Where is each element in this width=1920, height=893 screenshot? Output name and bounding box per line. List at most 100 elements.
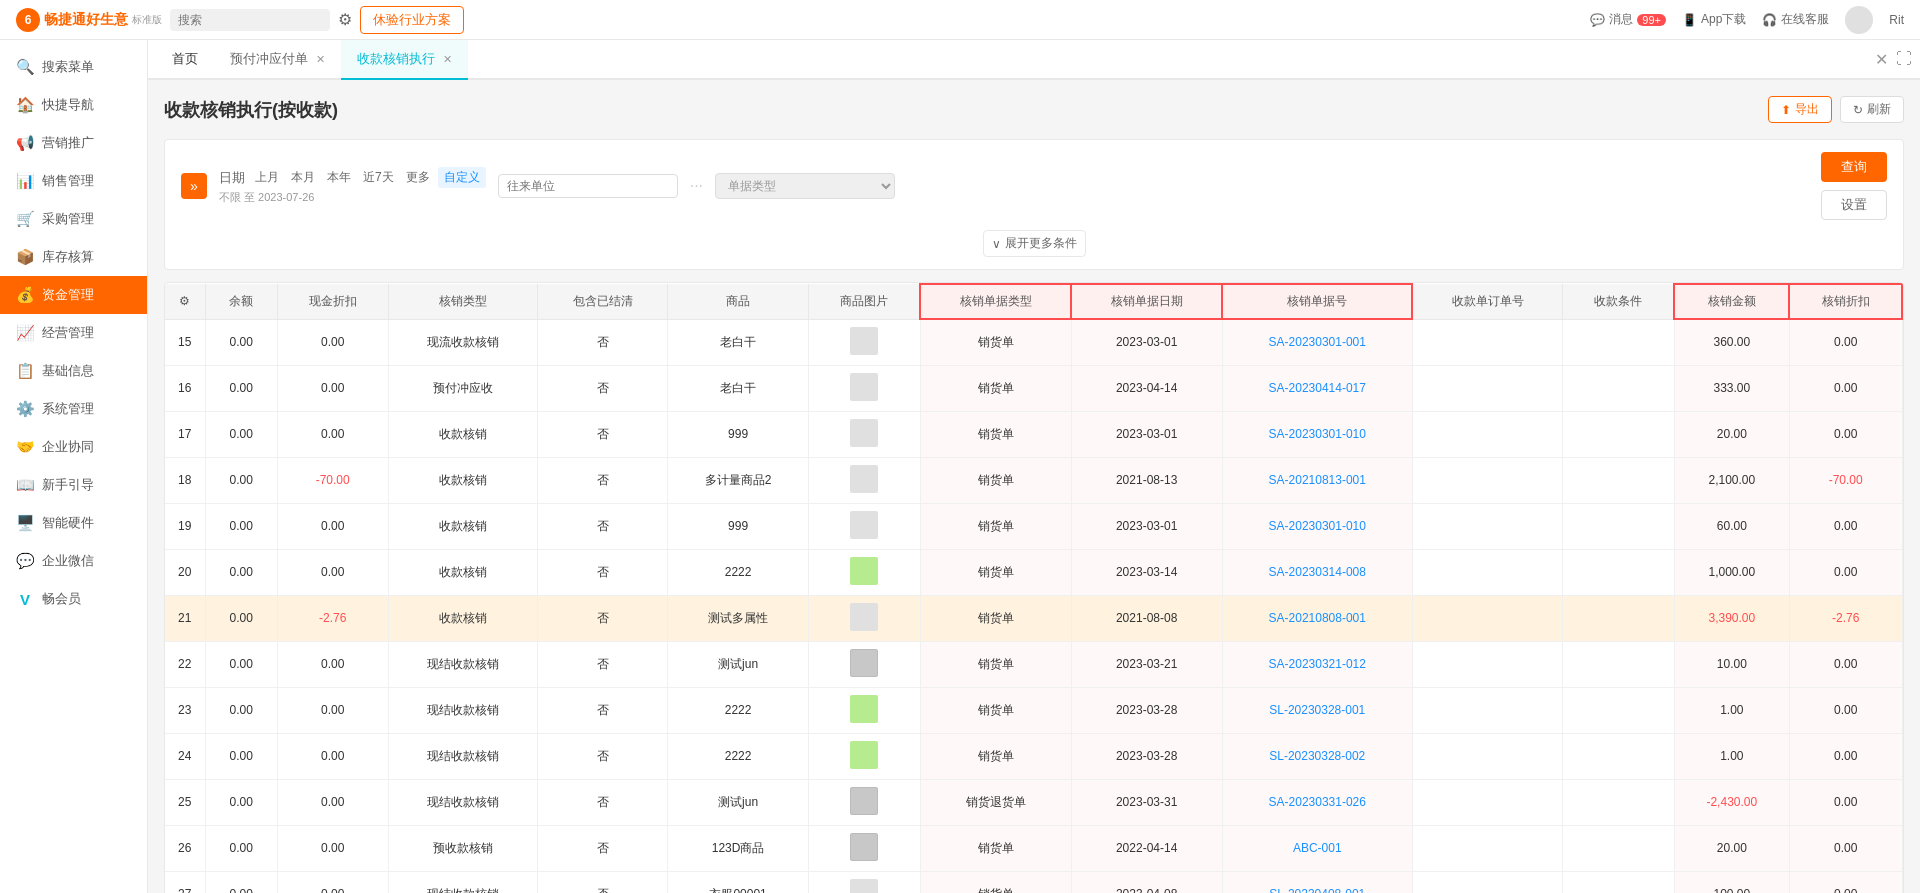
date-btn-custom[interactable]: 自定义 bbox=[438, 167, 486, 188]
app-label: App下载 bbox=[1701, 11, 1746, 28]
filter-toggle[interactable]: » bbox=[181, 173, 207, 199]
cell-include-settled: 否 bbox=[538, 595, 668, 641]
date-btn-last-month[interactable]: 上月 bbox=[251, 167, 283, 188]
cell-goods: 老白干 bbox=[668, 319, 809, 365]
cell-verify-type: 现结收款核销 bbox=[388, 733, 537, 779]
cell-verify-amount: 2,100.00 bbox=[1674, 457, 1789, 503]
cell-balance: 0.00 bbox=[205, 825, 277, 871]
cell-goods: 测试jun bbox=[668, 641, 809, 687]
cell-verify-bill-no: SA-20210813-001 bbox=[1222, 457, 1412, 503]
cell-verify-bill-type: 销货单 bbox=[920, 319, 1071, 365]
sidebar-item-finance[interactable]: 💰 资金管理 bbox=[0, 276, 147, 314]
cell-include-settled: 否 bbox=[538, 365, 668, 411]
search-input[interactable] bbox=[170, 9, 330, 31]
system-icon: ⚙️ bbox=[16, 400, 34, 418]
tab-close-icon[interactable]: ✕ bbox=[1875, 50, 1888, 69]
tab-home[interactable]: 首页 bbox=[156, 40, 214, 80]
cell-goods-image bbox=[809, 503, 921, 549]
cell-verify-amount: 333.00 bbox=[1674, 365, 1789, 411]
date-btn-7days[interactable]: 近7天 bbox=[359, 167, 398, 188]
cell-receipt-condition bbox=[1563, 733, 1675, 779]
sidebar-item-inventory[interactable]: 📦 库存核算 bbox=[0, 238, 147, 276]
tab-receipt-verify-close[interactable]: ✕ bbox=[443, 53, 452, 66]
cell-balance: 0.00 bbox=[205, 871, 277, 893]
tab-prepay[interactable]: 预付冲应付单 ✕ bbox=[214, 40, 341, 80]
th-settings[interactable]: ⚙ bbox=[165, 284, 205, 319]
date-btn-this-year[interactable]: 本年 bbox=[323, 167, 355, 188]
sidebar-item-sales[interactable]: 📊 销售管理 bbox=[0, 162, 147, 200]
date-btn-this-month[interactable]: 本月 bbox=[287, 167, 319, 188]
sidebar-item-search[interactable]: 🔍 搜索菜单 bbox=[0, 48, 147, 86]
industry-btn[interactable]: 休验行业方案 bbox=[360, 6, 464, 34]
layout: 🔍 搜索菜单 🏠 快捷导航 📢 营销推广 📊 销售管理 🛒 采购管理 📦 库存核… bbox=[0, 40, 1920, 893]
th-receipt-condition: 收款条件 bbox=[1563, 284, 1675, 319]
cell-goods-image bbox=[809, 687, 921, 733]
cell-verify-bill-type: 销货单 bbox=[920, 365, 1071, 411]
verify-bill-no-link[interactable]: SA-20230301-010 bbox=[1269, 519, 1366, 533]
online-service-group[interactable]: 🎧 在线客服 bbox=[1762, 11, 1829, 28]
tab-maximize-icon[interactable]: ⛶ bbox=[1896, 50, 1912, 68]
cell-receipt-condition bbox=[1563, 457, 1675, 503]
voucher-type-select[interactable]: 单据类型 bbox=[715, 173, 895, 199]
verify-bill-no-link[interactable]: SL-20230328-002 bbox=[1269, 749, 1365, 763]
cell-verify-bill-no: SL-20230408-001 bbox=[1222, 871, 1412, 893]
table-row: 160.000.00预付冲应收否老白干销货单2023-04-14SA-20230… bbox=[165, 365, 1902, 411]
sidebar-item-basic-info[interactable]: 📋 基础信息 bbox=[0, 352, 147, 390]
cell-include-settled: 否 bbox=[538, 687, 668, 733]
counterparty-input[interactable] bbox=[498, 174, 678, 198]
verify-bill-no-link[interactable]: SL-20230408-001 bbox=[1269, 887, 1365, 893]
sidebar-item-quicknav[interactable]: 🏠 快捷导航 bbox=[0, 86, 147, 124]
verify-bill-no-link[interactable]: SA-20230301-001 bbox=[1269, 335, 1366, 349]
table-row: 150.000.00现流收款核销否老白干销货单2023-03-01SA-2023… bbox=[165, 319, 1902, 365]
cell-verify-discount: 0.00 bbox=[1789, 779, 1902, 825]
tab-receipt-verify-label: 收款核销执行 bbox=[357, 50, 435, 68]
verify-bill-no-link[interactable]: ABC-001 bbox=[1293, 841, 1342, 855]
verify-bill-no-link[interactable]: SA-20210808-001 bbox=[1269, 611, 1366, 625]
cell-verify-amount: 20.00 bbox=[1674, 411, 1789, 457]
table-row: 170.000.00收款核销否999销货单2023-03-01SA-202303… bbox=[165, 411, 1902, 457]
verify-bill-no-link[interactable]: SA-20230314-008 bbox=[1269, 565, 1366, 579]
cell-include-settled: 否 bbox=[538, 733, 668, 779]
verify-bill-no-link[interactable]: SA-20230321-012 bbox=[1269, 657, 1366, 671]
sidebar-item-enterprise[interactable]: 🤝 企业协同 bbox=[0, 428, 147, 466]
sidebar-item-wechat[interactable]: 💬 企业微信 bbox=[0, 542, 147, 580]
app-download-group[interactable]: 📱 App下载 bbox=[1682, 11, 1746, 28]
verify-bill-no-link[interactable]: SA-20210813-001 bbox=[1269, 473, 1366, 487]
verify-bill-no-link[interactable]: SA-20230414-017 bbox=[1269, 381, 1366, 395]
cell-goods-image bbox=[809, 641, 921, 687]
sidebar-item-marketing[interactable]: 📢 营销推广 bbox=[0, 124, 147, 162]
settings-icon[interactable]: ⚙ bbox=[338, 10, 352, 29]
sidebar-item-hardware[interactable]: 🖥️ 智能硬件 bbox=[0, 504, 147, 542]
sidebar-item-beginner[interactable]: 📖 新手引导 bbox=[0, 466, 147, 504]
sales-icon: 📊 bbox=[16, 172, 34, 190]
verify-bill-no-link[interactable]: SA-20230301-010 bbox=[1269, 427, 1366, 441]
export-button[interactable]: ⬆ 导出 bbox=[1768, 96, 1832, 123]
cell-cash-discount: 0.00 bbox=[277, 503, 388, 549]
cell-verify-amount: 20.00 bbox=[1674, 825, 1789, 871]
cell-receipt-order-no bbox=[1412, 641, 1562, 687]
cell-verify-discount: 0.00 bbox=[1789, 503, 1902, 549]
sidebar-item-purchase[interactable]: 🛒 采购管理 bbox=[0, 200, 147, 238]
cell-verify-type: 现结收款核销 bbox=[388, 641, 537, 687]
cell-balance: 0.00 bbox=[205, 503, 277, 549]
sidebar-item-operations[interactable]: 📈 经营管理 bbox=[0, 314, 147, 352]
cell-verify-amount: 10.00 bbox=[1674, 641, 1789, 687]
refresh-button[interactable]: ↻ 刷新 bbox=[1840, 96, 1904, 123]
tab-receipt-verify[interactable]: 收款核销执行 ✕ bbox=[341, 40, 468, 80]
cell-verify-type: 现结收款核销 bbox=[388, 687, 537, 733]
sidebar-item-member[interactable]: V 畅会员 bbox=[0, 580, 147, 618]
cell-verify-bill-type: 销货单 bbox=[920, 687, 1071, 733]
sidebar-item-system[interactable]: ⚙️ 系统管理 bbox=[0, 390, 147, 428]
message-group[interactable]: 💬 消息 99+ bbox=[1590, 11, 1666, 28]
verify-bill-no-link[interactable]: SA-20230331-026 bbox=[1269, 795, 1366, 809]
expand-more-btn[interactable]: ∨ 展开更多条件 bbox=[983, 230, 1086, 257]
cell-verify-type: 收款核销 bbox=[388, 595, 537, 641]
tab-prepay-close[interactable]: ✕ bbox=[316, 53, 325, 66]
date-btn-more[interactable]: 更多 bbox=[402, 167, 434, 188]
cell-balance: 0.00 bbox=[205, 411, 277, 457]
setting-button[interactable]: 设置 bbox=[1821, 190, 1887, 220]
cell-receipt-order-no bbox=[1412, 825, 1562, 871]
cell-balance: 0.00 bbox=[205, 641, 277, 687]
verify-bill-no-link[interactable]: SL-20230328-001 bbox=[1269, 703, 1365, 717]
query-button[interactable]: 查询 bbox=[1821, 152, 1887, 182]
